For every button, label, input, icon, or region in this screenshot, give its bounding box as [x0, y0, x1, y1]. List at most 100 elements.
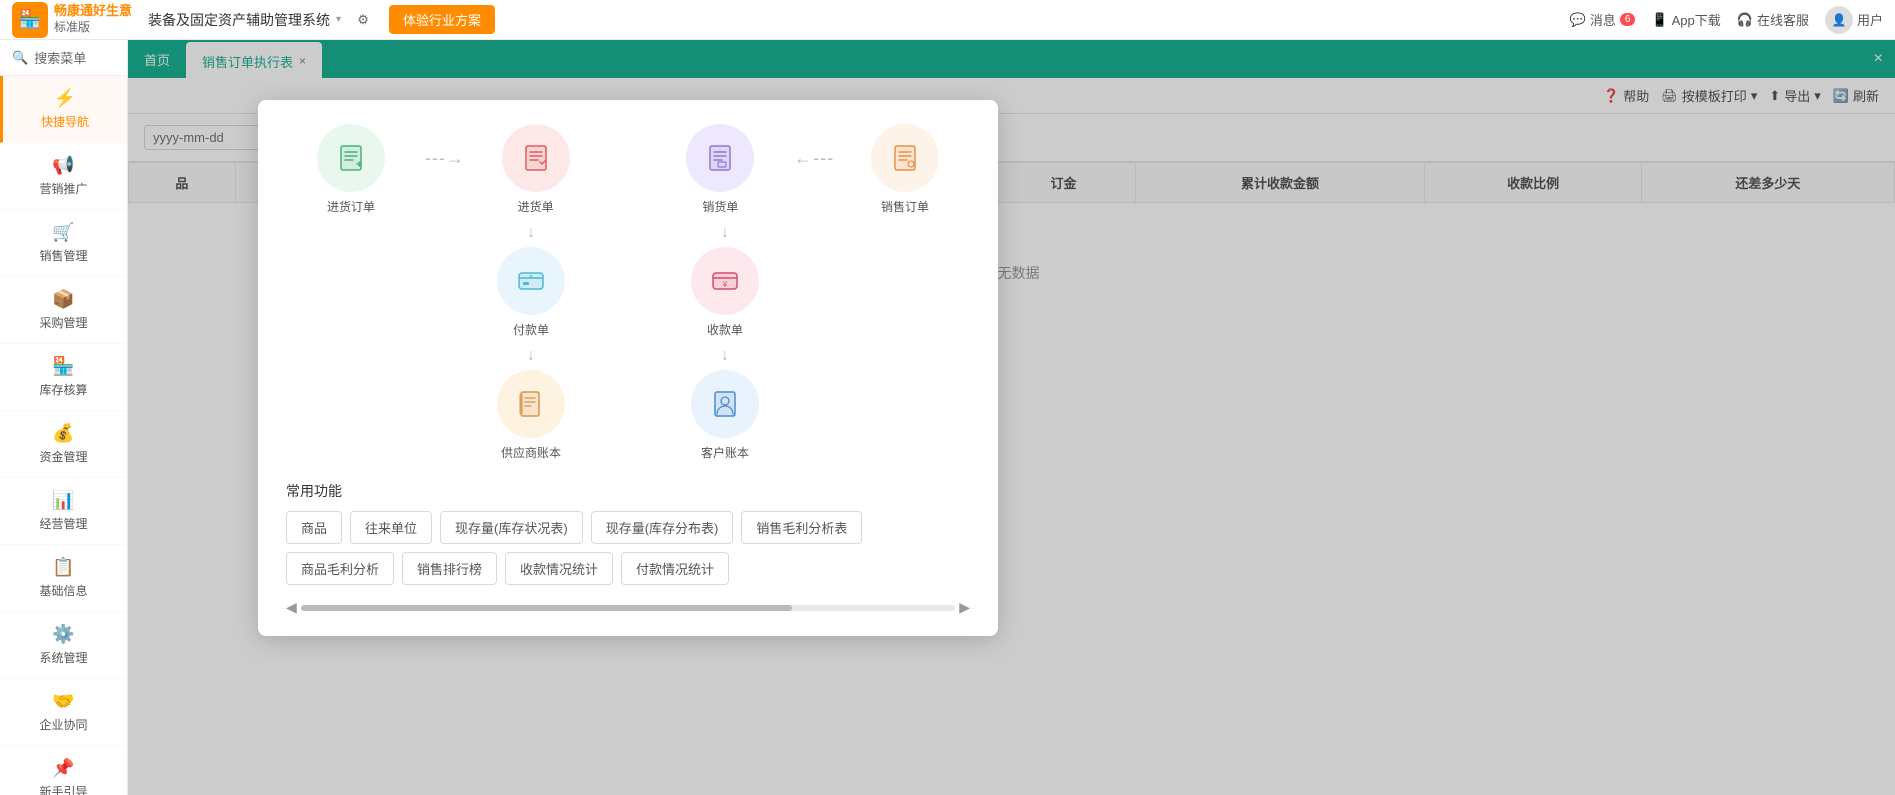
message-btn[interactable]: 💬 消息 6	[1570, 10, 1636, 29]
func-btn-receipt-stats[interactable]: 收款情况统计	[505, 552, 613, 585]
flow-node-payment[interactable]: ¥ 付款单	[466, 247, 596, 338]
scroll-left-icon[interactable]: ◀	[286, 599, 297, 616]
app-container: 🏪 畅康通好生意 标准版 装备及固定资产辅助管理系统 ▾ ⚙ 体验行业方案 💬 …	[0, 0, 1895, 795]
func-btn-stock-status[interactable]: 现存量(库存状况表)	[440, 511, 583, 544]
spacer-col0	[286, 219, 416, 247]
payment-icon: ¥	[497, 247, 565, 315]
sidebar-item-inventory[interactable]: 🏪 库存核算	[0, 344, 127, 411]
finance-icon: 💰	[52, 423, 74, 444]
func-btn-payment-stats[interactable]: 付款情况统计	[621, 552, 729, 585]
func-btn-partner[interactable]: 往来单位	[350, 511, 432, 544]
arrow-down-sales-bill: ↓	[660, 219, 790, 247]
search-menu-label: 搜索菜单	[34, 48, 86, 67]
sidebar-item-quick-nav[interactable]: ⚡ 快捷导航	[0, 76, 127, 143]
func-btn-stock-dist[interactable]: 现存量(库存分布表)	[591, 511, 734, 544]
basic-info-icon: 📋	[52, 557, 74, 578]
purchase-icon: 📦	[52, 289, 74, 310]
quick-nav-icon: ⚡	[54, 88, 76, 109]
settings-icon-btn[interactable]: ⚙	[349, 6, 377, 34]
sidebar-item-label-purchase: 采购管理	[39, 314, 87, 331]
spacer-arrow2	[790, 219, 840, 247]
flow-node-purchase-order[interactable]: 进货订单	[286, 124, 416, 215]
sidebar-item-system[interactable]: ⚙️ 系统管理	[0, 612, 127, 679]
scroll-thumb	[301, 605, 792, 611]
user-area[interactable]: 👤 用户	[1825, 6, 1883, 34]
sidebar-item-newbie[interactable]: 📌 新手引导	[0, 746, 127, 795]
scroll-right-icon[interactable]: ▶	[959, 599, 970, 616]
customer-ledger-icon	[691, 370, 759, 438]
sidebar-item-label-sales: 销售管理	[39, 247, 87, 264]
sidebar-item-finance[interactable]: 💰 资金管理	[0, 411, 127, 478]
sidebar-item-label-basic-info: 基础信息	[39, 582, 87, 599]
func-btn-sales-rank[interactable]: 销售排行榜	[402, 552, 497, 585]
flow-diagram: 进货订单 - - - →	[286, 124, 970, 465]
scroll-track[interactable]	[301, 605, 955, 611]
modal-overlay[interactable]: 进货订单 - - - →	[128, 40, 1895, 795]
experience-btn[interactable]: 体验行业方案	[389, 5, 495, 34]
spacer-r3-arrow2	[790, 342, 840, 370]
receipt-label: 收款单	[707, 321, 743, 338]
sidebar-item-marketing[interactable]: 📢 营销推广	[0, 143, 127, 210]
svg-text:¥: ¥	[722, 280, 728, 289]
flow-node-purchase-bill[interactable]: 进货单	[471, 124, 601, 215]
flow-node-receipt[interactable]: ¥ 收款单	[660, 247, 790, 338]
search-icon: 🔍	[12, 50, 28, 66]
common-funcs: 常用功能 商品 往来单位 现存量(库存状况表) 现存量(库存分布表) 销售毛利分…	[286, 481, 970, 585]
flow-node-customer-ledger[interactable]: 客户账本	[660, 370, 790, 461]
func-btn-product[interactable]: 商品	[286, 511, 342, 544]
receipt-icon: ¥	[691, 247, 759, 315]
brand-name: 畅康通好生意	[54, 3, 132, 20]
spacer-col3	[840, 219, 970, 247]
sidebar-item-label-enterprise: 企业协同	[39, 716, 87, 733]
logo-text: 畅康通好生意 标准版	[54, 3, 132, 35]
sales-order-icon	[871, 124, 939, 192]
sidebar-item-label-operations: 经营管理	[39, 515, 87, 532]
message-icon: 💬	[1570, 12, 1586, 28]
flow-row-2: ¥ 付款单	[286, 247, 970, 338]
app-download-btn[interactable]: 📱 App下载	[1651, 10, 1720, 29]
logo-icon: 🏪	[12, 2, 48, 38]
system-title: 装备及固定资产辅助管理系统 ▾	[148, 10, 341, 30]
search-menu[interactable]: 🔍 搜索菜单	[0, 40, 127, 76]
service-icon: 🎧	[1737, 12, 1753, 28]
flow-row-3: 供应商账本	[286, 370, 970, 461]
user-name: 用户	[1857, 10, 1883, 29]
purchase-order-icon	[317, 124, 385, 192]
top-right: 💬 消息 6 📱 App下载 🎧 在线客服 👤 用户	[1570, 6, 1883, 34]
sidebar-item-enterprise[interactable]: 🤝 企业协同	[0, 679, 127, 746]
message-label: 消息	[1590, 10, 1616, 29]
flow-node-sales-order[interactable]: 销售订单	[840, 124, 970, 215]
app-download-label: App下载	[1672, 10, 1721, 29]
scroll-hint: ◀ ▶	[286, 599, 970, 616]
dropdown-icon[interactable]: ▾	[336, 14, 341, 25]
arrow-down-payment: ↓	[466, 342, 596, 370]
common-funcs-title: 常用功能	[286, 481, 970, 501]
sidebar-item-operations[interactable]: 📊 经营管理	[0, 478, 127, 545]
func-btn-product-profit[interactable]: 商品毛利分析	[286, 552, 394, 585]
sidebar-item-label-inventory: 库存核算	[39, 381, 87, 398]
sidebar-item-purchase[interactable]: 📦 采购管理	[0, 277, 127, 344]
flow-arrow-purchase-to-bill: - - - →	[416, 148, 471, 191]
func-btn-sales-profit[interactable]: 销售毛利分析表	[741, 511, 862, 544]
spacer-r3-mid	[596, 342, 660, 370]
sales-order-label: 销售订单	[881, 198, 929, 215]
sidebar-item-label-marketing: 营销推广	[39, 180, 87, 197]
operations-icon: 📊	[52, 490, 74, 511]
logo-sub: 标准版	[54, 20, 132, 36]
sidebar: 🔍 搜索菜单 ⚡ 快捷导航 📢 营销推广 🛒 销售管理 📦 采购管理 🏪	[0, 40, 128, 795]
sidebar-item-label-system: 系统管理	[39, 649, 87, 666]
system-icon: ⚙️	[52, 624, 74, 645]
online-service-btn[interactable]: 🎧 在线客服	[1737, 10, 1809, 29]
inventory-icon: 🏪	[52, 356, 74, 377]
marketing-icon: 📢	[52, 155, 74, 176]
sidebar-item-label-quick-nav: 快捷导航	[41, 113, 89, 130]
top-bar: 🏪 畅康通好生意 标准版 装备及固定资产辅助管理系统 ▾ ⚙ 体验行业方案 💬 …	[0, 0, 1895, 40]
supplier-ledger-label: 供应商账本	[501, 444, 561, 461]
sidebar-item-sales[interactable]: 🛒 销售管理	[0, 210, 127, 277]
avatar: 👤	[1825, 6, 1853, 34]
purchase-order-label: 进货订单	[327, 198, 375, 215]
flow-node-sales-bill[interactable]: 销货单	[655, 124, 785, 215]
spacer-r3-col3	[840, 342, 970, 370]
sidebar-item-basic-info[interactable]: 📋 基础信息	[0, 545, 127, 612]
flow-node-supplier-ledger[interactable]: 供应商账本	[466, 370, 596, 461]
